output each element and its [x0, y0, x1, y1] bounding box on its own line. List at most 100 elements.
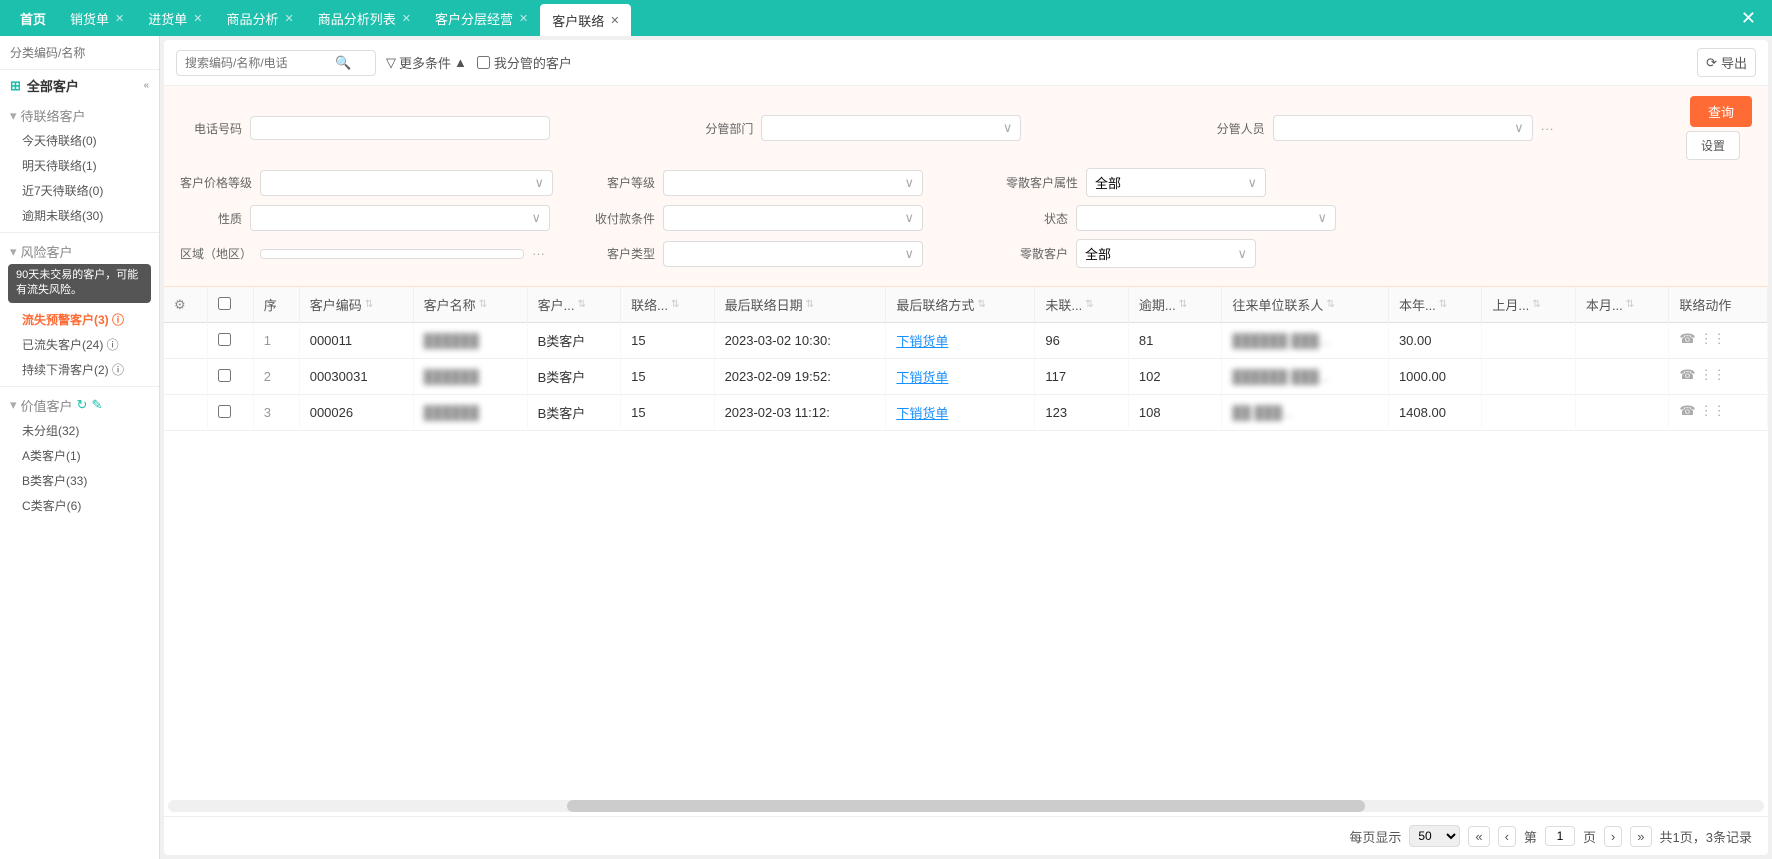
row-checkbox-cell[interactable] [207, 395, 253, 431]
filter-row-1: 电话号码 分管部门 ∨ 分管人员 ∨ [180, 96, 1752, 160]
per-page-select[interactable]: 50 100 200 [1409, 825, 1460, 847]
filter-department-select[interactable]: ∨ [761, 115, 1021, 141]
filter-status-select[interactable]: ∨ [1076, 205, 1336, 231]
sidebar-item-class-c[interactable]: C类客户(6) [0, 493, 159, 518]
filter-customer-level-select[interactable]: ∨ [663, 170, 923, 196]
settings-col-header[interactable]: ⚙ [164, 287, 207, 323]
sidebar-search-input[interactable] [10, 46, 160, 60]
row-checkbox-cell[interactable] [207, 359, 253, 395]
my-customers-check[interactable] [477, 56, 490, 69]
more-options-icon[interactable]: ··· [1533, 121, 1562, 136]
grid-icon: ⊞ [10, 78, 21, 94]
close-icon[interactable]: ✕ [285, 12, 294, 25]
close-icon[interactable]: ✕ [193, 12, 202, 25]
sidebar-item-ungroup[interactable]: 未分组(32) [0, 418, 159, 443]
customer-name-col-header[interactable]: 客户名称⇅ [413, 287, 527, 323]
sidebar-item-declining[interactable]: 持续下滑客户(2) ⓘ [0, 357, 159, 382]
tab-home[interactable]: 首页 [8, 0, 58, 36]
horizontal-scrollbar[interactable] [168, 800, 1764, 812]
last-month-col-header[interactable]: 上月...⇅ [1482, 287, 1575, 323]
query-button[interactable]: 查询 [1690, 96, 1752, 127]
filter-manager-select[interactable]: ∨ [1273, 115, 1533, 141]
last-contact-date-col-header[interactable]: 最后联络日期⇅ [714, 287, 886, 323]
sidebar-item-tomorrow-pending[interactable]: 明天待联络(1) [0, 153, 159, 178]
row-checkbox[interactable] [218, 333, 231, 346]
tab-customer-tier[interactable]: 客户分层经营 ✕ [423, 0, 540, 36]
unit-contact-col-header[interactable]: 往来单位联系人⇅ [1222, 287, 1389, 323]
more-actions-icon[interactable]: ⋮⋮ [1700, 403, 1726, 419]
row-checkbox[interactable] [218, 405, 231, 418]
row-actions[interactable]: ☎ ⋮⋮ [1669, 323, 1767, 355]
last-contact-method-col-header[interactable]: 最后联络方式⇅ [886, 287, 1035, 323]
filter-region-select[interactable] [260, 249, 524, 259]
customer-code-col-header[interactable]: 客户编码⇅ [299, 287, 413, 323]
tab-product-analysis[interactable]: 商品分析 ✕ [214, 0, 305, 36]
sidebar-item-churned[interactable]: 已流失客户(24) ⓘ [0, 332, 159, 357]
row-last-contact-method[interactable]: 下销货单 [886, 359, 1035, 395]
row-last-contact-method[interactable]: 下销货单 [886, 395, 1035, 431]
filter-search-input[interactable] [185, 56, 335, 70]
sidebar-group-pending[interactable]: ▾ 待联络客户 [0, 101, 159, 128]
select-all-checkbox[interactable] [218, 297, 231, 310]
collapse-icon[interactable]: « [143, 80, 149, 91]
sidebar-group-risk[interactable]: ▾ 风险客户 [0, 237, 159, 264]
row-checkbox[interactable] [218, 369, 231, 382]
checkbox-col-header[interactable] [207, 287, 253, 323]
top-tabbar: 首页 销货单 ✕ 进货单 ✕ 商品分析 ✕ 商品分析列表 ✕ 客户分层经营 ✕ … [0, 0, 1772, 36]
filter-price-level-select[interactable]: ∨ [260, 170, 553, 196]
first-page-button[interactable]: « [1468, 826, 1489, 847]
prev-page-button[interactable]: ‹ [1498, 826, 1516, 847]
filter-retail-customer-select[interactable]: 全部 ∨ [1076, 239, 1256, 268]
sidebar-item-class-a[interactable]: A类客户(1) [0, 443, 159, 468]
last-page-button[interactable]: » [1630, 826, 1651, 847]
overdue-col-header[interactable]: 逾期...⇅ [1128, 287, 1221, 323]
filter-nature-select[interactable]: ∨ [250, 205, 550, 231]
this-year-col-header[interactable]: 本年...⇅ [1388, 287, 1481, 323]
sidebar-item-overdue-pending[interactable]: 逾期未联络(30) [0, 203, 159, 228]
row-action-cell[interactable] [164, 359, 207, 395]
row-actions[interactable]: ☎ ⋮⋮ [1669, 359, 1767, 391]
sort-icon-9: ⇅ [1326, 299, 1334, 310]
customer-type-col-header[interactable]: 客户...⇅ [527, 287, 620, 323]
sidebar-item-7days-pending[interactable]: 近7天待联络(0) [0, 178, 159, 203]
sidebar-all-customers[interactable]: ⊞ 全部客户 « [0, 70, 159, 101]
next-page-button[interactable]: › [1604, 826, 1622, 847]
filter-more-conditions-button[interactable]: ▽ 更多条件 ▲ [386, 53, 467, 72]
tab-customer-contact[interactable]: 客户联络 ✕ [540, 4, 631, 36]
tab-purchase[interactable]: 进货单 ✕ [136, 0, 214, 36]
filter-retail-attr-select[interactable]: 全部 ∨ [1086, 168, 1266, 197]
close-icon[interactable]: ✕ [402, 12, 411, 25]
sidebar-item-class-b[interactable]: B类客户(33) [0, 468, 159, 493]
sidebar-item-today-pending[interactable]: 今天待联络(0) [0, 128, 159, 153]
this-month-col-header[interactable]: 本月...⇅ [1575, 287, 1668, 323]
close-icon[interactable]: ✕ [519, 12, 528, 25]
window-close-button[interactable]: ✕ [1733, 8, 1764, 29]
my-customers-checkbox[interactable]: 我分管的客户 [477, 53, 572, 72]
page-number-input[interactable] [1545, 826, 1575, 846]
close-icon[interactable]: ✕ [115, 12, 124, 25]
export-button[interactable]: ⟳ 导出 [1697, 48, 1756, 77]
contact-icon[interactable]: ☎ [1679, 403, 1695, 419]
contact-icon[interactable]: ☎ [1679, 367, 1695, 383]
filter-phone-input[interactable] [250, 116, 550, 140]
row-action-cell[interactable] [164, 395, 207, 431]
row-action-cell[interactable] [164, 323, 207, 359]
uncontacted-col-header[interactable]: 未联...⇅ [1035, 287, 1128, 323]
row-last-contact-method[interactable]: 下销货单 [886, 323, 1035, 359]
contact-col-header[interactable]: 联络...⇅ [621, 287, 714, 323]
more-actions-icon[interactable]: ⋮⋮ [1700, 331, 1726, 347]
row-actions[interactable]: ☎ ⋮⋮ [1669, 395, 1767, 427]
sidebar-item-churn-warning[interactable]: 流失预警客户(3) ⓘ [0, 307, 159, 332]
filter-payment-select[interactable]: ∨ [663, 205, 923, 231]
scrollbar-thumb[interactable] [567, 800, 1365, 812]
row-checkbox-cell[interactable] [207, 323, 253, 359]
tab-product-list[interactable]: 商品分析列表 ✕ [306, 0, 423, 36]
sidebar-group-value[interactable]: ▾ 价值客户 ↻ ✎ [0, 391, 159, 418]
region-more-icon[interactable]: ··· [524, 246, 553, 261]
filter-customer-type-select[interactable]: ∨ [663, 241, 923, 267]
close-icon[interactable]: ✕ [610, 14, 619, 27]
tab-sales[interactable]: 销货单 ✕ [58, 0, 136, 36]
more-actions-icon[interactable]: ⋮⋮ [1700, 367, 1726, 383]
settings-button[interactable]: 设置 [1686, 131, 1740, 160]
contact-icon[interactable]: ☎ [1679, 331, 1695, 347]
